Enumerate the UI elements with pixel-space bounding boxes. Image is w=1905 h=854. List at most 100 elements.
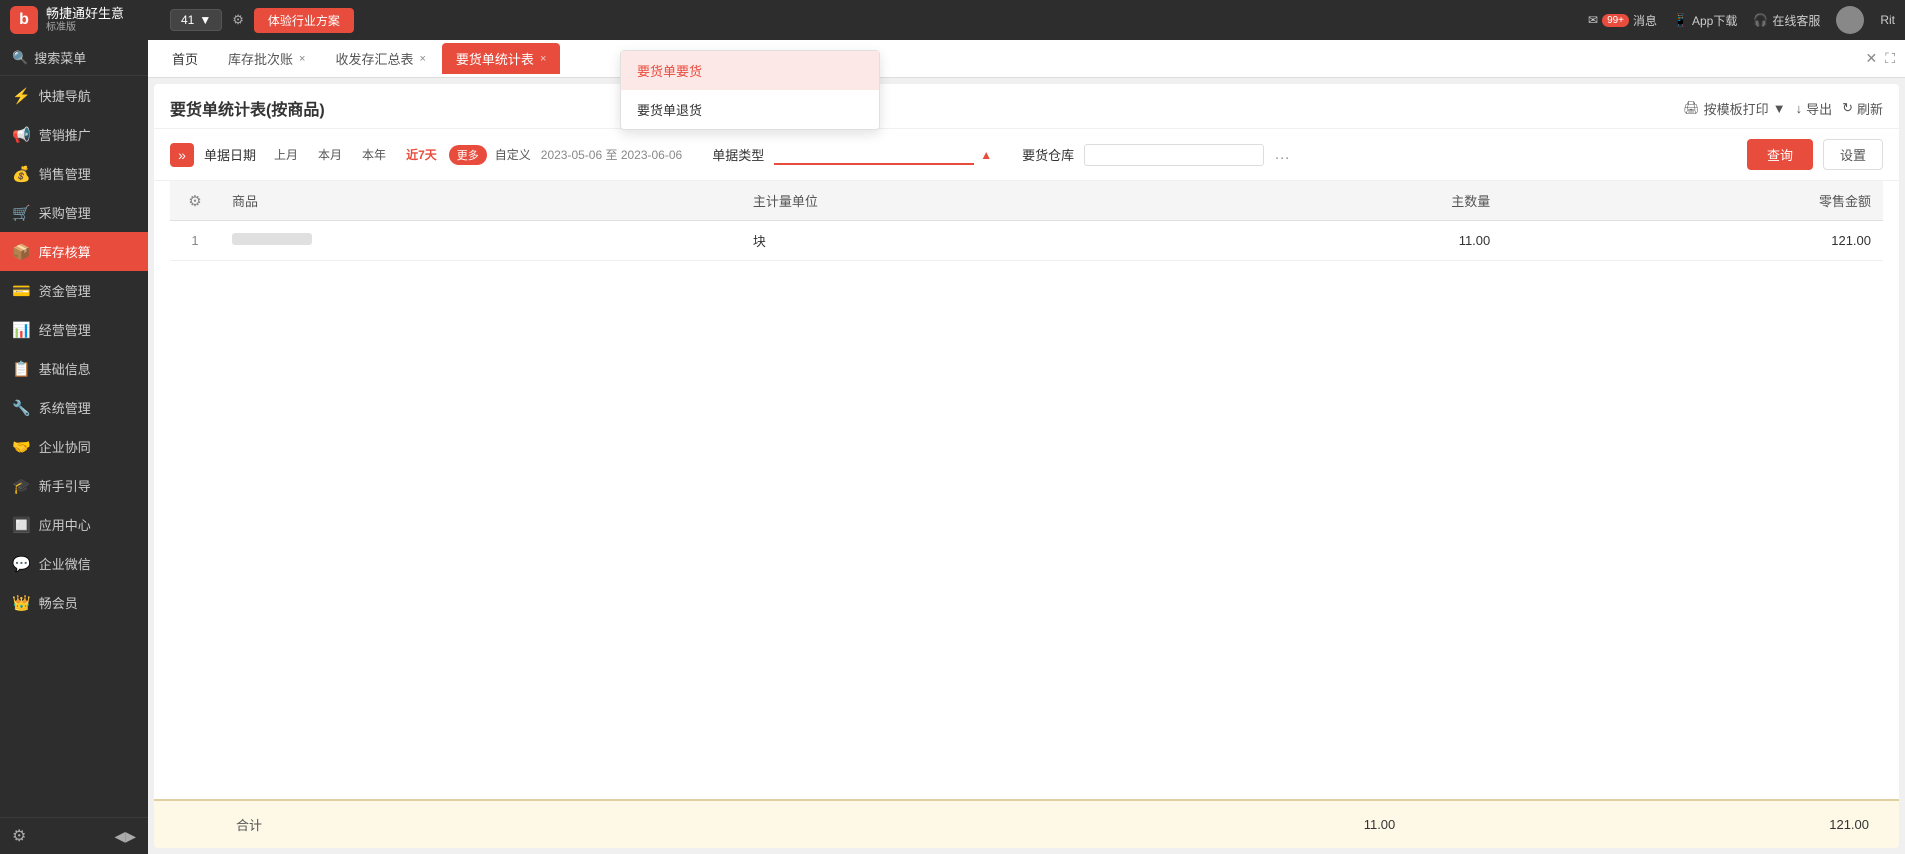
- dropdown-item-order-return[interactable]: 要货单退货: [621, 90, 879, 129]
- main-layout: 🔍 搜索菜单 ⚡ 快捷导航 📢 营销推广 💰 销售管理 🛒 采购管理 📦 库存核…: [0, 40, 1905, 854]
- tab-summary[interactable]: 收发存汇总表 ×: [321, 43, 439, 74]
- sidebar-item-operation[interactable]: 📊 经营管理: [0, 310, 148, 349]
- row-product: [220, 221, 741, 261]
- tab-actions: ✕ ⛶: [1865, 50, 1895, 67]
- date-btn-this-year[interactable]: 本年: [354, 143, 394, 166]
- sidebar-search[interactable]: 🔍 搜索菜单: [0, 40, 148, 76]
- filter-bar: » 单据日期 上月 本月 本年 近7天 更多 自定义 2023-05-06 至 …: [154, 129, 1899, 181]
- sidebar-item-cooperation[interactable]: 🤝 企业协同: [0, 427, 148, 466]
- tab-close-all-icon[interactable]: ✕: [1865, 50, 1877, 67]
- sidebar-item-label: 系统管理: [39, 398, 91, 417]
- table-header: ⚙ 商品 主计量单位 主数量 零售金额: [170, 181, 1883, 221]
- type-input[interactable]: [774, 144, 974, 165]
- col-unit: 主计量单位: [741, 181, 1187, 221]
- query-button[interactable]: 查询: [1747, 139, 1813, 170]
- guide-icon: 🎓: [12, 477, 31, 495]
- tab-order-stat-close[interactable]: ×: [540, 53, 546, 65]
- page-content: 要货单统计表(按商品) 🖨 按模板打印 ▼ ↓ 导出 ↻: [154, 84, 1899, 848]
- app-download-item[interactable]: 📱 App下载: [1673, 12, 1737, 29]
- table-area: ⚙ 商品 主计量单位 主数量 零售金额 1: [154, 181, 1899, 261]
- sidebar-search-label: 搜索菜单: [34, 48, 86, 67]
- sidebar-item-quick_nav[interactable]: ⚡ 快捷导航: [0, 76, 148, 115]
- user-name: Rit: [1880, 13, 1895, 27]
- export-icon: ↓: [1796, 101, 1803, 116]
- tab-order-stat[interactable]: 要货单统计表 ×: [442, 43, 560, 74]
- store-name: 41: [181, 13, 194, 27]
- sidebar-item-label: 快捷导航: [39, 86, 91, 105]
- app-brand: 畅捷通好生意 标准版: [46, 6, 124, 34]
- warehouse-input[interactable]: [1084, 144, 1264, 166]
- table-settings-icon[interactable]: ⚙: [188, 193, 201, 210]
- finance-icon: 💳: [12, 282, 31, 300]
- sidebar-item-system[interactable]: 🔧 系统管理: [0, 388, 148, 427]
- search-icon: 🔍: [12, 50, 28, 66]
- cooperation-icon: 🤝: [12, 438, 31, 456]
- notifications-item[interactable]: ✉ 99+ 消息: [1588, 12, 1657, 29]
- refresh-action[interactable]: ↻ 刷新: [1842, 99, 1883, 118]
- product-placeholder: [232, 233, 312, 245]
- date-btn-last7[interactable]: 近7天: [398, 143, 445, 166]
- sidebar-item-marketing[interactable]: 📢 营销推广: [0, 115, 148, 154]
- sidebar-item-inventory[interactable]: 📦 库存核算: [0, 232, 148, 271]
- export-action[interactable]: ↓ 导出: [1796, 99, 1833, 118]
- tab-home[interactable]: 首页: [158, 43, 212, 74]
- tab-summary-close[interactable]: ×: [419, 53, 425, 65]
- col-amount: 零售金额: [1502, 181, 1883, 221]
- row-amount: 121.00: [1502, 221, 1883, 261]
- industry-btn[interactable]: 体验行业方案: [254, 8, 354, 33]
- filter-expand-btn[interactable]: »: [170, 143, 194, 167]
- tab-batch[interactable]: 库存批次账 ×: [214, 43, 319, 74]
- sidebar-collapse-icon[interactable]: ◀▶: [114, 828, 136, 845]
- sidebar: 🔍 搜索菜单 ⚡ 快捷导航 📢 营销推广 💰 销售管理 🛒 采购管理 📦 库存核…: [0, 40, 148, 854]
- bottom-summary: 合计 11.00 121.00: [154, 799, 1899, 848]
- date-custom-btn[interactable]: 自定义: [495, 146, 531, 163]
- type-label: 单据类型: [712, 145, 764, 164]
- row-unit: 块: [741, 221, 1187, 261]
- sidebar-item-basic[interactable]: 📋 基础信息: [0, 349, 148, 388]
- date-range-display: 2023-05-06 至 2023-06-06: [541, 146, 682, 163]
- print-action[interactable]: 🖨 按模板打印 ▼: [1683, 99, 1785, 118]
- store-dropdown-icon: ▼: [199, 13, 211, 27]
- sidebar-item-finance[interactable]: 💳 资金管理: [0, 271, 148, 310]
- sidebar-item-wechat[interactable]: 💬 企业微信: [0, 544, 148, 583]
- sidebar-item-member[interactable]: 👑 畅会员: [0, 583, 148, 622]
- header-settings-icon[interactable]: ⚙: [232, 12, 244, 28]
- store-selector[interactable]: 41 ▼: [170, 9, 222, 31]
- online-service-label: 在线客服: [1772, 12, 1820, 29]
- date-more-badge[interactable]: 更多: [449, 145, 487, 165]
- online-service-item[interactable]: 🎧 在线客服: [1753, 12, 1820, 29]
- sidebar-item-guide[interactable]: 🎓 新手引导: [0, 466, 148, 505]
- type-dropdown-arrow[interactable]: ▲: [980, 148, 992, 162]
- sidebar-item-purchase[interactable]: 🛒 采购管理: [0, 193, 148, 232]
- header-middle: 41 ▼ ⚙ 体验行业方案: [150, 8, 1588, 33]
- sidebar-item-label: 营销推广: [39, 125, 91, 144]
- settings-button[interactable]: 设置: [1823, 139, 1883, 170]
- content-area: 首页 库存批次账 × 收发存汇总表 × 要货单统计表 × ✕ ⛶: [148, 40, 1905, 854]
- page-actions: 🖨 按模板打印 ▼ ↓ 导出 ↻ 刷新: [1683, 99, 1883, 118]
- table-row: 1 块 11.00 121.00: [170, 221, 1883, 261]
- tab-batch-close[interactable]: ×: [299, 53, 305, 65]
- sidebar-item-label: 企业微信: [39, 554, 91, 573]
- date-btn-this-month[interactable]: 本月: [310, 143, 350, 166]
- logo-area: b 畅捷通好生意 标准版: [10, 6, 150, 34]
- brand-main: 畅捷通好生意: [46, 6, 124, 22]
- inventory-icon: 📦: [12, 243, 31, 261]
- purchase-icon: 🛒: [12, 204, 31, 222]
- tab-bar: 首页 库存批次账 × 收发存汇总表 × 要货单统计表 × ✕ ⛶: [148, 40, 1905, 78]
- tab-expand-icon[interactable]: ⛶: [1885, 50, 1895, 67]
- wechat-icon: 💬: [12, 555, 31, 573]
- table-wrapper: ⚙ 商品 主计量单位 主数量 零售金额 1: [154, 181, 1899, 799]
- warehouse-more-icon[interactable]: …: [1274, 146, 1290, 164]
- operation-icon: 📊: [12, 321, 31, 339]
- summary-amount: 121.00: [1409, 813, 1881, 836]
- user-avatar[interactable]: [1836, 6, 1864, 34]
- sidebar-settings-icon[interactable]: ⚙: [12, 826, 26, 846]
- sidebar-item-appstore[interactable]: 🔲 应用中心: [0, 505, 148, 544]
- summary-label: 合计: [224, 813, 460, 836]
- app-download-label: App下载: [1692, 12, 1737, 29]
- summary-table: 合计 11.00 121.00: [170, 811, 1883, 838]
- col-settings[interactable]: ⚙: [170, 181, 220, 221]
- date-btn-last-month[interactable]: 上月: [266, 143, 306, 166]
- brand-sub: 标准版: [46, 22, 124, 34]
- sidebar-item-sales[interactable]: 💰 销售管理: [0, 154, 148, 193]
